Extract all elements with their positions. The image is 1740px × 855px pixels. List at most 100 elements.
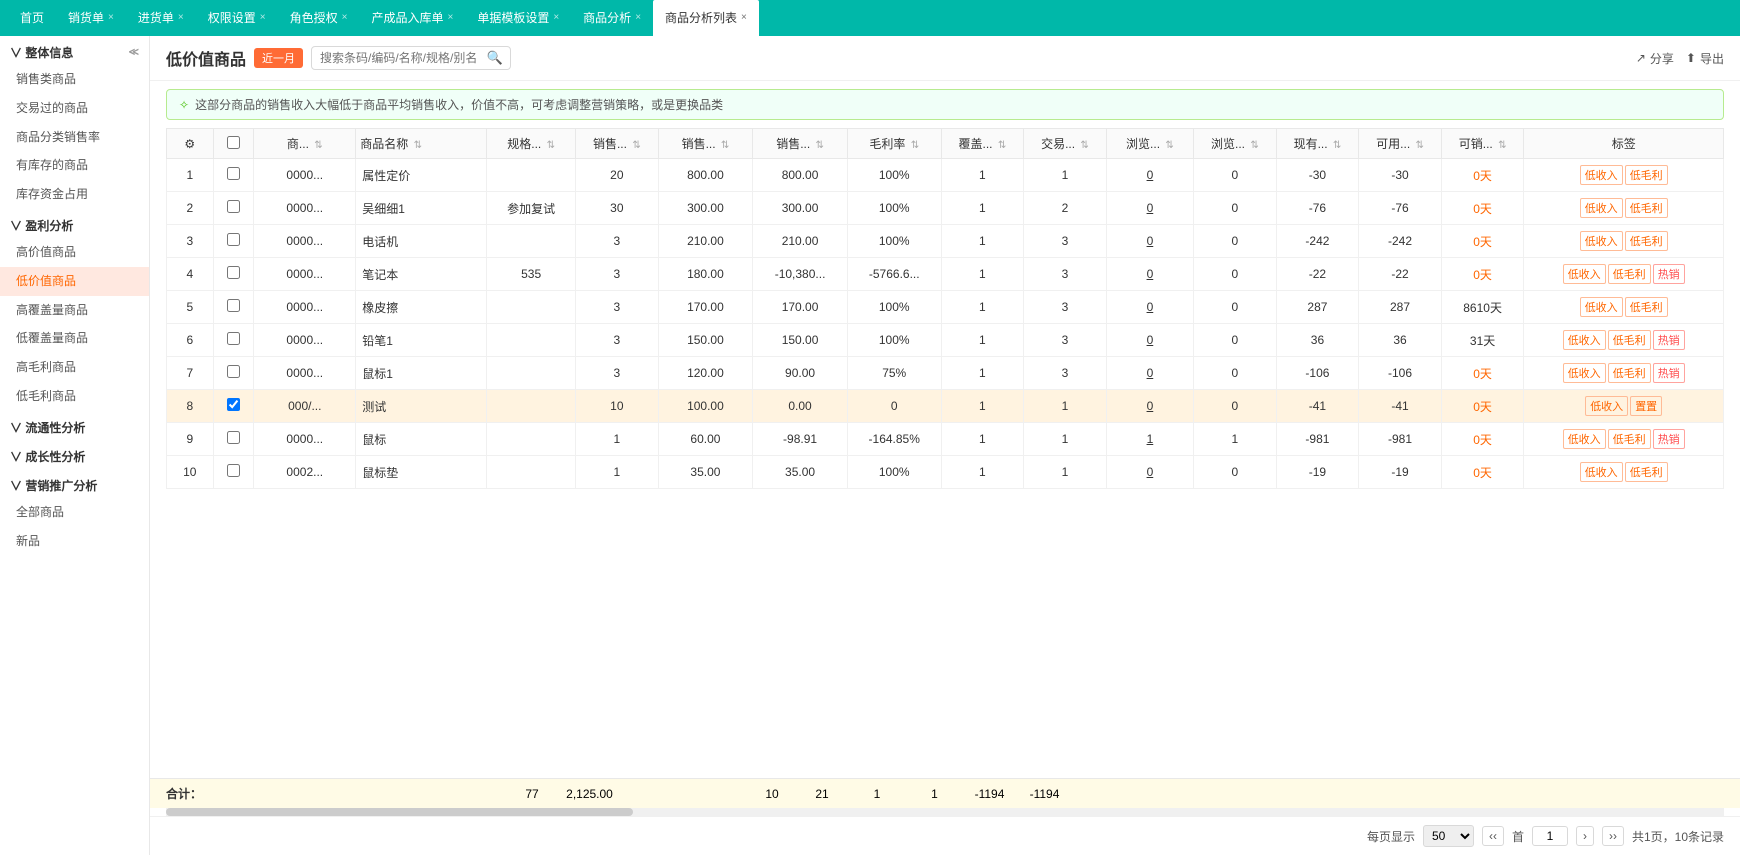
col-tags[interactable]: 标签 (1524, 129, 1724, 159)
row-checkbox-cell[interactable] (213, 423, 254, 456)
row-checkbox[interactable] (227, 233, 240, 246)
row-checkbox[interactable] (227, 167, 240, 180)
row-views1[interactable]: 0 (1106, 456, 1193, 489)
row-checkbox[interactable] (227, 299, 240, 312)
per-page-select[interactable]: 50 100 200 (1423, 825, 1474, 847)
col-name[interactable]: 商品名称 ⇅ (356, 129, 487, 159)
row-checkbox[interactable] (227, 200, 240, 213)
row-views1[interactable]: 0 (1106, 390, 1193, 423)
row-checkbox[interactable] (227, 365, 240, 378)
col-spec[interactable]: 规格... ⇅ (487, 129, 576, 159)
views1-link[interactable]: 0 (1147, 366, 1154, 380)
nav-purchase-order[interactable]: 进货单 × (126, 0, 196, 36)
close-icon[interactable]: × (342, 0, 348, 36)
nav-product-analysis[interactable]: 商品分析 × (571, 0, 653, 36)
search-input[interactable] (311, 46, 511, 70)
filter-tag-button[interactable]: 近一月 (254, 48, 303, 68)
col-checkbox[interactable] (213, 129, 254, 159)
row-views1[interactable]: 0 (1106, 159, 1193, 192)
col-available[interactable]: 可用... ⇅ (1359, 129, 1442, 159)
table-row[interactable]: 1 0000... 属性定价 20 800.00 800.00 100% 1 1… (167, 159, 1724, 192)
sidebar-group-marketing[interactable]: ∨ 营销推广分析 (0, 469, 149, 498)
table-row[interactable]: 9 0000... 鼠标 1 60.00 -98.91 -164.85% 1 1… (167, 423, 1724, 456)
table-row[interactable]: 4 0000... 笔记本 535 3 180.00 -10,380... -5… (167, 258, 1724, 291)
sidebar-item-category-sales-rate[interactable]: 商品分类销售率 (0, 123, 149, 152)
views1-link[interactable]: 0 (1147, 267, 1154, 281)
views1-link[interactable]: 0 (1147, 465, 1154, 479)
col-margin[interactable]: 毛利率 ⇅ (847, 129, 941, 159)
table-wrapper[interactable]: ⚙ 商... ⇅ 商品名称 ⇅ 规格... ⇅ 销售... ⇅ 销售... ⇅ … (150, 128, 1740, 778)
select-all-checkbox[interactable] (227, 136, 240, 149)
sidebar-item-high-coverage[interactable]: 高覆盖量商品 (0, 296, 149, 325)
row-views1[interactable]: 0 (1106, 291, 1193, 324)
col-coverage[interactable]: 覆盖... ⇅ (941, 129, 1024, 159)
row-checkbox-cell[interactable] (213, 390, 254, 423)
row-checkbox-cell[interactable] (213, 291, 254, 324)
nav-product-analysis-list[interactable]: 商品分析列表 × (653, 0, 759, 36)
horizontal-scrollbar[interactable] (166, 808, 1724, 816)
sidebar-group-overall[interactable]: ∨ 整体信息 ≪ (0, 36, 149, 65)
table-row[interactable]: 8 000/... 测试 10 100.00 0.00 0 1 1 0 0 -4… (167, 390, 1724, 423)
sidebar-group-flow[interactable]: ∨ 流通性分析 (0, 411, 149, 440)
sidebar-item-low-coverage[interactable]: 低覆盖量商品 (0, 324, 149, 353)
row-views1[interactable]: 0 (1106, 192, 1193, 225)
close-icon[interactable]: × (108, 0, 114, 36)
first-page-button[interactable]: ‹‹ (1482, 826, 1504, 846)
views1-link[interactable]: 0 (1147, 234, 1154, 248)
sidebar-item-new-products[interactable]: 新品 (0, 527, 149, 556)
row-checkbox-cell[interactable] (213, 357, 254, 390)
table-row[interactable]: 5 0000... 橡皮擦 3 170.00 170.00 100% 1 3 0… (167, 291, 1724, 324)
row-checkbox[interactable] (227, 464, 240, 477)
close-icon[interactable]: × (553, 0, 559, 36)
row-checkbox[interactable] (227, 332, 240, 345)
table-row[interactable]: 6 0000... 铅笔1 3 150.00 150.00 100% 1 3 0… (167, 324, 1724, 357)
sidebar-item-stock-capital[interactable]: 库存资金占用 (0, 180, 149, 209)
row-checkbox[interactable] (227, 266, 240, 279)
row-checkbox-cell[interactable] (213, 192, 254, 225)
nav-permission[interactable]: 权限设置 × (196, 0, 278, 36)
views1-link[interactable]: 0 (1147, 333, 1154, 347)
sidebar-item-low-value[interactable]: 低价值商品 (0, 267, 149, 296)
sidebar-item-stocked-products[interactable]: 有库存的商品 (0, 151, 149, 180)
sidebar-item-high-margin[interactable]: 高毛利商品 (0, 353, 149, 382)
close-icon[interactable]: × (178, 0, 184, 36)
row-checkbox-cell[interactable] (213, 258, 254, 291)
table-row[interactable]: 7 0000... 鼠标1 3 120.00 90.00 75% 1 3 0 0… (167, 357, 1724, 390)
collapse-icon[interactable]: ≪ (129, 47, 139, 58)
views1-link[interactable]: 0 (1147, 168, 1154, 182)
share-button[interactable]: ↗ 分享 (1636, 50, 1674, 67)
row-views1[interactable]: 0 (1106, 357, 1193, 390)
row-checkbox-cell[interactable] (213, 225, 254, 258)
nav-role-auth[interactable]: 角色授权 × (278, 0, 360, 36)
row-checkbox-cell[interactable] (213, 324, 254, 357)
col-code[interactable]: 商... ⇅ (254, 129, 356, 159)
nav-product-inbound[interactable]: 产成品入库单 × (359, 0, 465, 36)
col-views1[interactable]: 浏览... ⇅ (1106, 129, 1193, 159)
views1-link[interactable]: 0 (1147, 300, 1154, 314)
close-icon[interactable]: × (447, 0, 453, 36)
col-views2[interactable]: 浏览... ⇅ (1194, 129, 1277, 159)
row-views1[interactable]: 1 (1106, 423, 1193, 456)
table-row[interactable]: 3 0000... 电话机 3 210.00 210.00 100% 1 3 0… (167, 225, 1724, 258)
col-salable[interactable]: 可销... ⇅ (1441, 129, 1524, 159)
col-sales-amt[interactable]: 销售... ⇅ (658, 129, 753, 159)
row-checkbox-cell[interactable] (213, 456, 254, 489)
sidebar-item-sales-products[interactable]: 销售类商品 (0, 65, 149, 94)
table-row[interactable]: 2 0000... 吴细细1 参加复试 30 300.00 300.00 100… (167, 192, 1724, 225)
sidebar-item-traded-products[interactable]: 交易过的商品 (0, 94, 149, 123)
close-icon[interactable]: × (260, 0, 266, 36)
scroll-thumb[interactable] (166, 808, 633, 816)
sidebar-item-high-value[interactable]: 高价值商品 (0, 238, 149, 267)
row-views1[interactable]: 0 (1106, 324, 1193, 357)
close-icon[interactable]: × (741, 0, 747, 36)
table-row[interactable]: 10 0002... 鼠标垫 1 35.00 35.00 100% 1 1 0 … (167, 456, 1724, 489)
views1-link[interactable]: 0 (1147, 201, 1154, 215)
col-sales-qty[interactable]: 销售... ⇅ (576, 129, 659, 159)
nav-sales-order[interactable]: 销货单 × (56, 0, 126, 36)
col-stock[interactable]: 现有... ⇅ (1276, 129, 1359, 159)
nav-home[interactable]: 首页 (8, 0, 56, 36)
last-page-button[interactable]: ›› (1602, 826, 1624, 846)
col-trans[interactable]: 交易... ⇅ (1024, 129, 1107, 159)
row-views1[interactable]: 0 (1106, 225, 1193, 258)
export-button[interactable]: ⬆ 导出 (1686, 50, 1724, 67)
